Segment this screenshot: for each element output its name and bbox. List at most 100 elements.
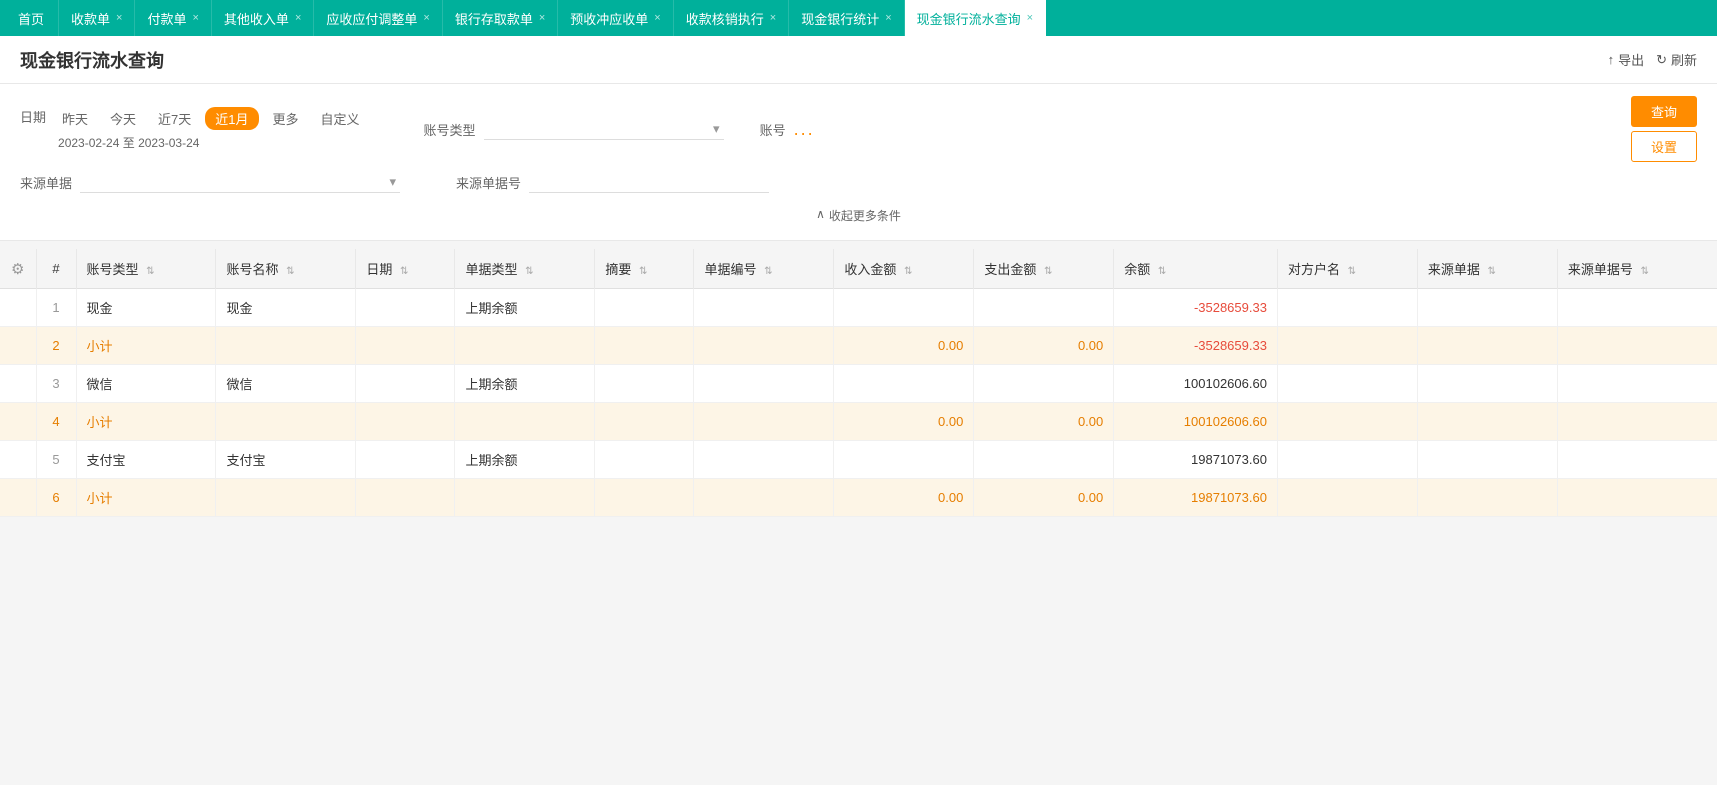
sort-icon-source-doc: ⇅ <box>1488 266 1496 277</box>
sort-icon-summary: ⇅ <box>639 266 647 277</box>
cell-settings <box>0 441 36 479</box>
nav-home[interactable]: 首页 <box>4 0 59 36</box>
cell-date <box>356 365 455 403</box>
cell-settings <box>0 365 36 403</box>
date-range: 2023-02-24 至 2023-03-24 <box>58 134 368 151</box>
cell-source-doc-no <box>1557 365 1717 403</box>
nav-item-2[interactable]: 其他收入单 × <box>212 0 314 36</box>
nav-close-6[interactable]: × <box>770 12 776 24</box>
account-dots-button[interactable]: ... <box>794 119 815 140</box>
cell-num: 4 <box>36 403 76 441</box>
nav-close-8[interactable]: × <box>1027 12 1033 24</box>
cell-summary <box>595 289 694 327</box>
collapse-row[interactable]: ∧ 收起更多条件 <box>20 203 1697 228</box>
nav-label-6: 收款核销执行 <box>686 9 764 28</box>
nav-item-8[interactable]: 现金银行流水查询 × <box>905 0 1046 36</box>
col-income[interactable]: 收入金额 ⇅ <box>834 249 974 289</box>
nav-close-3[interactable]: × <box>423 12 429 24</box>
nav-close-2[interactable]: × <box>295 12 301 24</box>
col-balance[interactable]: 余额 ⇅ <box>1114 249 1278 289</box>
cell-summary <box>595 403 694 441</box>
nav-label-0: 收款单 <box>71 9 110 28</box>
cell-source-doc-no <box>1557 479 1717 517</box>
col-date[interactable]: 日期 ⇅ <box>356 249 455 289</box>
cell-income <box>834 441 974 479</box>
refresh-icon: ↻ <box>1656 52 1667 68</box>
cell-balance: -3528659.33 <box>1114 289 1278 327</box>
query-button[interactable]: 查询 <box>1631 96 1697 127</box>
col-summary[interactable]: 摘要 ⇅ <box>595 249 694 289</box>
cell-source-doc <box>1417 403 1557 441</box>
cell-doc-type <box>455 479 595 517</box>
collapse-icon: ∧ <box>816 207 825 224</box>
nav-label-2: 其他收入单 <box>224 9 289 28</box>
cell-settings <box>0 403 36 441</box>
account-type-select[interactable]: ▾ <box>484 119 724 140</box>
cell-counterpart <box>1277 365 1417 403</box>
nav-label-5: 预收冲应收单 <box>570 9 648 28</box>
cell-source-doc-no <box>1557 403 1717 441</box>
cell-settings <box>0 479 36 517</box>
cell-settings <box>0 327 36 365</box>
sort-icon-counterpart: ⇅ <box>1348 266 1356 277</box>
nav-close-4[interactable]: × <box>539 12 545 24</box>
nav-item-0[interactable]: 收款单 × <box>59 0 135 36</box>
nav-label-1: 付款单 <box>147 9 186 28</box>
page-title: 现金银行流水查询 <box>20 47 164 73</box>
cell-doc-type: 上期余额 <box>455 441 595 479</box>
nav-close-1[interactable]: × <box>192 12 198 24</box>
cell-source-doc-no <box>1557 327 1717 365</box>
date-custom[interactable]: 自定义 <box>313 107 368 130</box>
export-button[interactable]: ↑ 导出 <box>1608 50 1645 69</box>
col-account-type[interactable]: 账号类型 ⇅ <box>76 249 216 289</box>
col-doc-type[interactable]: 单据类型 ⇅ <box>455 249 595 289</box>
nav-label-8: 现金银行流水查询 <box>917 9 1021 28</box>
refresh-button[interactable]: ↻ 刷新 <box>1656 50 1697 69</box>
col-account-name[interactable]: 账号名称 ⇅ <box>216 249 356 289</box>
cell-source-doc <box>1417 327 1557 365</box>
cell-summary <box>595 365 694 403</box>
nav-item-4[interactable]: 银行存取款单 × <box>443 0 558 36</box>
cell-settings <box>0 289 36 327</box>
date-last7[interactable]: 近7天 <box>150 107 199 130</box>
cell-expense: 0.00 <box>974 479 1114 517</box>
cell-source-doc-no <box>1557 289 1717 327</box>
col-source-doc-no[interactable]: 来源单据号 ⇅ <box>1557 249 1717 289</box>
nav-close-5[interactable]: × <box>654 12 660 24</box>
cell-source-doc <box>1417 365 1557 403</box>
nav-close-7[interactable]: × <box>885 12 891 24</box>
nav-item-7[interactable]: 现金银行统计 × <box>789 0 904 36</box>
gear-icon[interactable]: ⚙ <box>11 261 24 278</box>
col-counterpart[interactable]: 对方户名 ⇅ <box>1277 249 1417 289</box>
col-settings[interactable]: ⚙ <box>0 249 36 289</box>
source-doc-select[interactable]: ▾ <box>80 172 400 193</box>
source-doc-dropdown-icon: ▾ <box>389 174 396 190</box>
cell-counterpart <box>1277 441 1417 479</box>
col-doc-no[interactable]: 单据编号 ⇅ <box>694 249 834 289</box>
col-source-doc[interactable]: 来源单据 ⇅ <box>1417 249 1557 289</box>
cell-date <box>356 327 455 365</box>
nav-item-3[interactable]: 应收应付调整单 × <box>314 0 442 36</box>
nav-item-1[interactable]: 付款单 × <box>135 0 211 36</box>
date-yesterday[interactable]: 昨天 <box>54 107 96 130</box>
collapse-label: 收起更多条件 <box>829 207 901 224</box>
nav-label-7: 现金银行统计 <box>801 9 879 28</box>
nav-item-6[interactable]: 收款核销执行 × <box>674 0 789 36</box>
cell-doc-no <box>694 479 834 517</box>
settings-button[interactable]: 设置 <box>1631 131 1697 162</box>
nav-item-5[interactable]: 预收冲应收单 × <box>558 0 673 36</box>
nav-close-0[interactable]: × <box>116 12 122 24</box>
cell-balance: 19871073.60 <box>1114 479 1278 517</box>
date-last1month[interactable]: 近1月 <box>205 107 258 130</box>
sort-icon-expense: ⇅ <box>1044 266 1052 277</box>
account-label: 账号 <box>760 120 786 139</box>
table-row: 6 小计 0.00 0.00 19871073.60 <box>0 479 1717 517</box>
date-today[interactable]: 今天 <box>102 107 144 130</box>
filter-area: 日期 昨天 今天 近7天 近1月 更多 自定义 2023-02-24 至 202… <box>0 84 1717 241</box>
col-expense[interactable]: 支出金额 ⇅ <box>974 249 1114 289</box>
source-doc-num-input[interactable] <box>529 173 769 193</box>
cell-doc-no <box>694 365 834 403</box>
cell-income: 0.00 <box>834 327 974 365</box>
table-row: 5 支付宝 支付宝 上期余额 19871073.60 <box>0 441 1717 479</box>
date-more[interactable]: 更多 <box>265 107 307 130</box>
